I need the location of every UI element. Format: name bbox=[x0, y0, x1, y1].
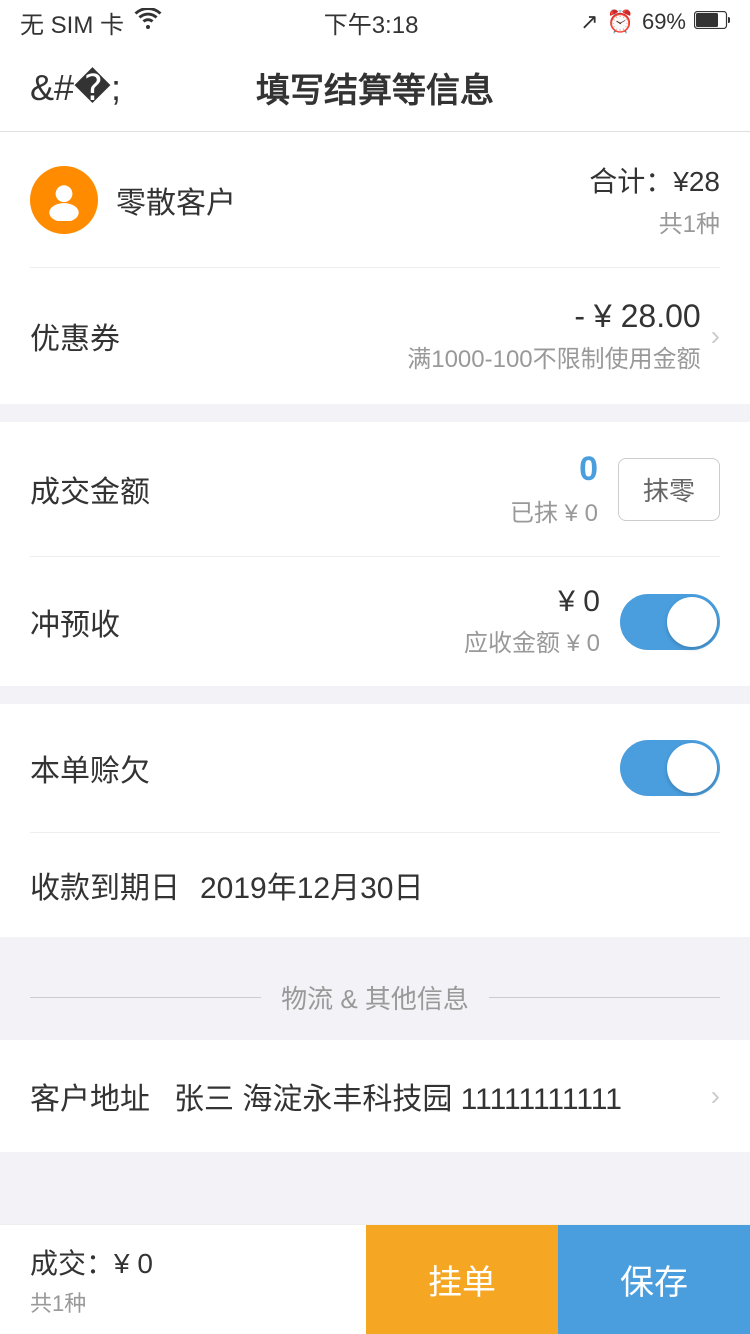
deal-section: 成交金额 0 已抹 ¥ 0 抹零 冲预收 ¥ 0 应收金额 ¥ 0 bbox=[0, 422, 750, 686]
no-sim-text: 无 SIM 卡 bbox=[20, 5, 124, 40]
logistics-header: 物流 & 其他信息 bbox=[0, 955, 750, 1040]
customer-row: 零散客户 合计：¥28 共1种 bbox=[0, 132, 750, 267]
coupon-desc: 满1000-100不限制使用金额 bbox=[407, 339, 700, 374]
status-right: ↗ ⏰ 69% bbox=[580, 9, 730, 35]
debt-row: 本单赊欠 bbox=[30, 704, 720, 832]
back-button[interactable]: &#�; bbox=[30, 67, 121, 109]
bottom-count: 共1种 bbox=[30, 1286, 336, 1318]
page-title: 填写结算等信息 bbox=[256, 63, 494, 112]
coupon-row[interactable]: 优惠券 - ¥ 28.00 满1000-100不限制使用金额 › bbox=[0, 268, 750, 404]
prepay-label: 冲预收 bbox=[30, 600, 120, 644]
duedate-value: 2019年12月30日 bbox=[200, 863, 423, 907]
save-button[interactable]: 保存 bbox=[558, 1225, 750, 1334]
battery-icon bbox=[694, 9, 730, 35]
logistics-line-right bbox=[489, 997, 720, 998]
deal-right: 0 已抹 ¥ 0 抹零 bbox=[510, 450, 720, 528]
battery-text: 69% bbox=[642, 9, 686, 35]
bottom-info: 成交：¥ 0 共1种 bbox=[0, 1242, 366, 1318]
debt-section: 本单赊欠 收款到期日 2019年12月30日 bbox=[0, 704, 750, 937]
alarm-icon: ⏰ bbox=[607, 9, 634, 35]
duedate-label: 收款到期日 bbox=[30, 863, 180, 907]
toggle-knob bbox=[667, 597, 717, 647]
location-icon: ↗ bbox=[580, 9, 598, 35]
coupon-amount: - ¥ 28.00 bbox=[407, 298, 700, 335]
prepay-toggle[interactable] bbox=[620, 594, 720, 650]
debt-toggle-knob bbox=[667, 743, 717, 793]
prepay-sub: 应收金额 ¥ 0 bbox=[464, 623, 600, 658]
address-label: 客户地址 bbox=[30, 1074, 150, 1118]
address-row[interactable]: 客户地址 张三 海淀永丰科技园 11111111111 › bbox=[30, 1040, 720, 1152]
status-time: 下午3:18 bbox=[324, 5, 419, 40]
deal-row: 成交金额 0 已抹 ¥ 0 抹零 bbox=[30, 422, 720, 556]
debt-toggle[interactable] bbox=[620, 740, 720, 796]
deal-sub: 已抹 ¥ 0 bbox=[510, 493, 598, 528]
bottom-bar: 成交：¥ 0 共1种 挂单 保存 bbox=[0, 1224, 750, 1334]
total-amount: 合计：¥28 bbox=[589, 160, 720, 200]
address-section: 客户地址 张三 海淀永丰科技园 11111111111 › bbox=[0, 1040, 750, 1152]
chevron-right-icon: › bbox=[711, 320, 720, 352]
address-value: 张三 海淀永丰科技园 11111111111 bbox=[174, 1074, 711, 1118]
customer-right: 合计：¥28 共1种 bbox=[589, 160, 720, 239]
debt-label: 本单赊欠 bbox=[30, 746, 150, 790]
nav-bar: &#�; 填写结算等信息 bbox=[0, 44, 750, 132]
bottom-deal-label: 成交： bbox=[30, 1248, 114, 1279]
customer-section: 零散客户 合计：¥28 共1种 优惠券 - ¥ 28.00 满1000-100不… bbox=[0, 132, 750, 404]
logistics-title: 物流 & 其他信息 bbox=[281, 979, 469, 1016]
customer-name: 零散客户 bbox=[116, 178, 236, 222]
status-left: 无 SIM 卡 bbox=[20, 5, 162, 40]
deal-label: 成交金额 bbox=[30, 467, 150, 511]
round-zero-button[interactable]: 抹零 bbox=[618, 458, 720, 521]
status-bar: 无 SIM 卡 下午3:18 ↗ ⏰ 69% bbox=[0, 0, 750, 44]
duedate-row: 收款到期日 2019年12月30日 bbox=[30, 832, 720, 937]
total-count: 共1种 bbox=[589, 204, 720, 239]
bottom-deal-text: 成交：¥ 0 bbox=[30, 1242, 336, 1282]
prepay-amount-area: ¥ 0 应收金额 ¥ 0 bbox=[464, 585, 600, 658]
bottom-deal-value: ¥ 0 bbox=[114, 1248, 153, 1279]
avatar bbox=[30, 166, 98, 234]
deal-amount-value: 0 bbox=[510, 450, 598, 489]
prepay-row: 冲预收 ¥ 0 应收金额 ¥ 0 bbox=[30, 556, 720, 686]
wifi-icon bbox=[134, 8, 162, 37]
prepay-amount: ¥ 0 bbox=[464, 585, 600, 619]
coupon-label: 优惠券 bbox=[30, 314, 120, 358]
deal-amount-area: 0 已抹 ¥ 0 bbox=[510, 450, 598, 528]
address-chevron-icon: › bbox=[711, 1080, 720, 1112]
hang-button[interactable]: 挂单 bbox=[366, 1225, 558, 1334]
logistics-line-left bbox=[30, 997, 261, 998]
coupon-right: - ¥ 28.00 满1000-100不限制使用金额 › bbox=[407, 298, 720, 374]
prepay-right: ¥ 0 应收金额 ¥ 0 bbox=[464, 585, 720, 658]
content: 零散客户 合计：¥28 共1种 优惠券 - ¥ 28.00 满1000-100不… bbox=[0, 132, 750, 1290]
coupon-value-area: - ¥ 28.00 满1000-100不限制使用金额 bbox=[407, 298, 700, 374]
customer-left: 零散客户 bbox=[30, 166, 236, 234]
